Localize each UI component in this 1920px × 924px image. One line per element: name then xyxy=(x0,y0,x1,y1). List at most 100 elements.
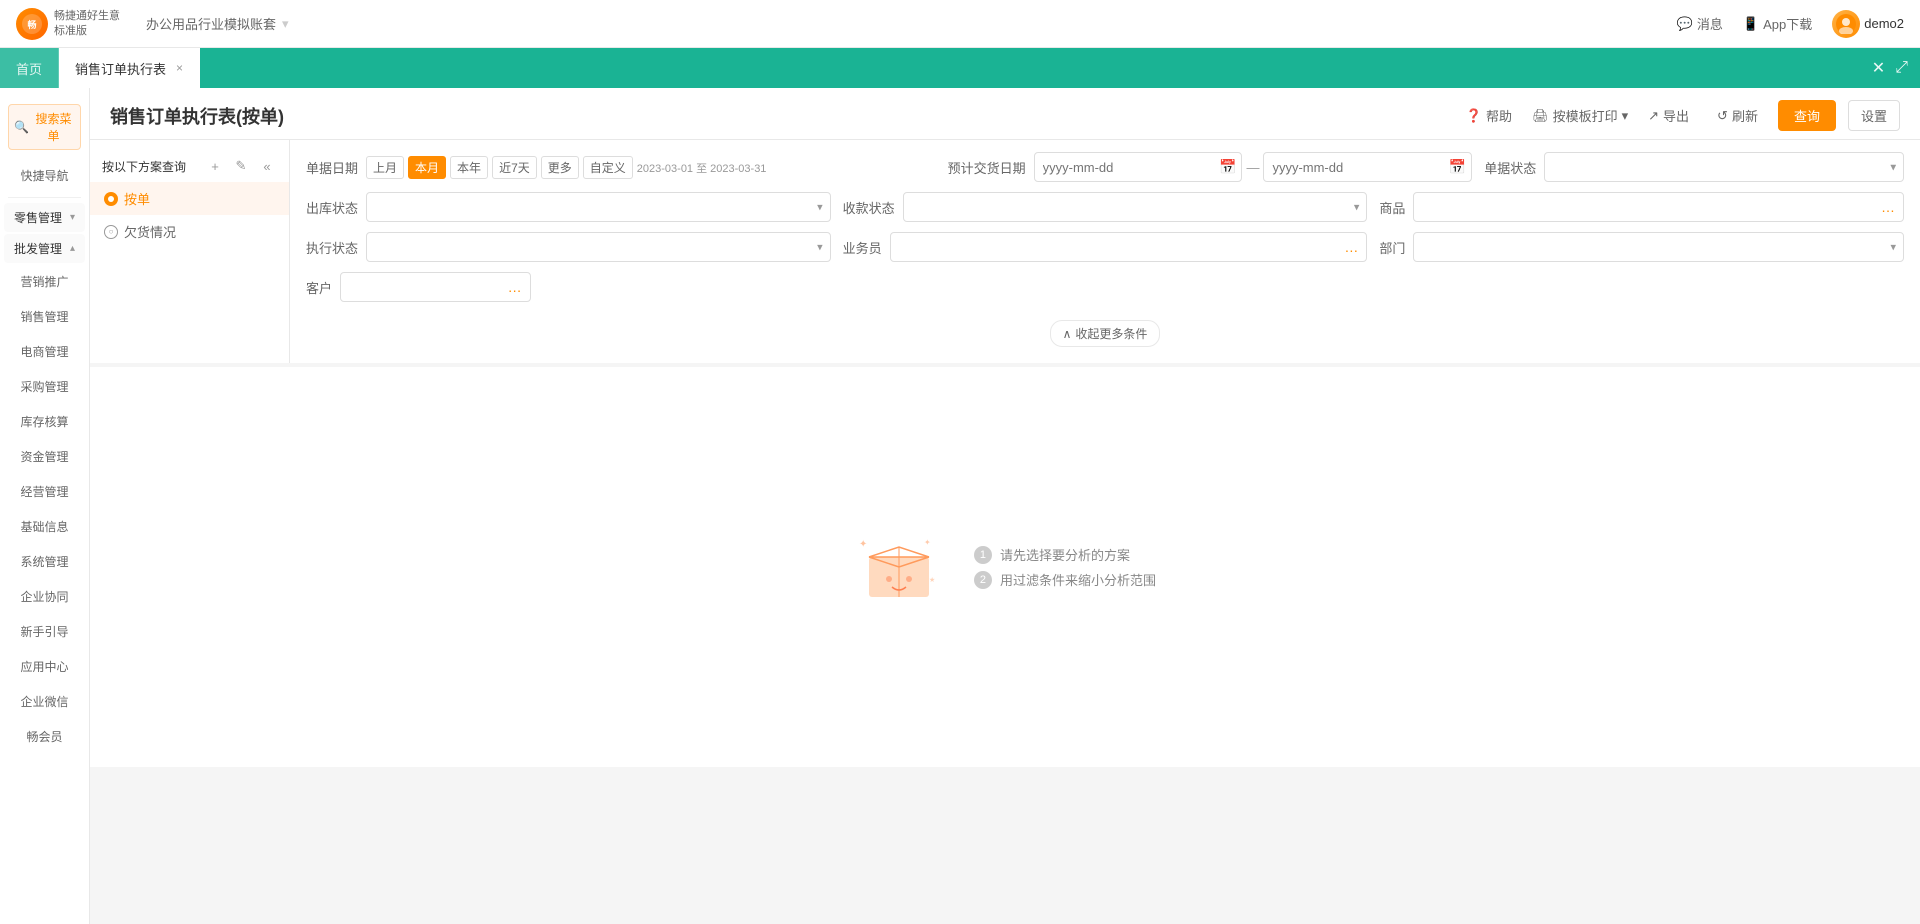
more-date-button[interactable]: 更多 xyxy=(541,156,579,179)
collect-status-select[interactable] xyxy=(903,192,1368,222)
date-range-text: 2023-03-01 至 2023-03-31 xyxy=(637,158,767,176)
sidebar-item-ecommerce[interactable]: 电商管理 xyxy=(4,335,85,368)
sidebar-item-enterprise-wechat[interactable]: 企业微信 xyxy=(4,685,85,718)
search-menu-button[interactable]: 🔍 搜索菜单 xyxy=(8,104,81,150)
calendar-end-icon[interactable]: 📅 xyxy=(1449,159,1466,176)
user-name: demo2 xyxy=(1864,16,1904,31)
predict-date-start-wrap: 📅 xyxy=(1034,152,1243,182)
predict-date-end-input[interactable] xyxy=(1263,152,1472,182)
refresh-label: 刷新 xyxy=(1732,106,1758,125)
scheme-edit-button[interactable]: ✎ xyxy=(231,156,251,176)
sidebar-item-purchase[interactable]: 采购管理 xyxy=(4,370,85,403)
member-label: 畅会员 xyxy=(26,728,62,745)
sidebar-item-basic-info[interactable]: 基础信息 xyxy=(4,510,85,543)
sidebar-item-sales[interactable]: 销售管理 xyxy=(4,300,85,333)
app-download-icon: 📱 xyxy=(1743,16,1759,32)
print-button[interactable]: 🖨 按模板打印 ▾ xyxy=(1532,106,1628,125)
sidebar-item-retail[interactable]: 零售管理 ▾ xyxy=(4,203,85,232)
exec-status-select-wrap xyxy=(366,232,831,262)
operations-label: 经营管理 xyxy=(20,483,68,500)
tab-home[interactable]: 首页 xyxy=(0,48,59,88)
sidebar-item-app-center[interactable]: 应用中心 xyxy=(4,650,85,683)
calendar-start-icon[interactable]: 📅 xyxy=(1219,159,1236,176)
export-icon: ↗ xyxy=(1648,108,1659,124)
status-select[interactable] xyxy=(1544,152,1904,182)
sidebar-item-marketing[interactable]: 营销推广 xyxy=(4,265,85,298)
collapse-more-button[interactable]: ∧ 收起更多条件 xyxy=(1050,320,1161,347)
status-field: 单据状态 ▾ xyxy=(1484,152,1904,182)
predict-date-start-input[interactable] xyxy=(1034,152,1243,182)
goods-field: 商品 … xyxy=(1379,192,1904,222)
edit-icon: ✎ xyxy=(236,158,247,174)
help-button[interactable]: ❓ 帮助 xyxy=(1458,102,1520,129)
sidebar-item-enterprise-collab[interactable]: 企业协同 xyxy=(4,580,85,613)
scheme-header-label: 按以下方案查询 xyxy=(102,158,186,175)
this-month-button[interactable]: 本月 xyxy=(408,156,446,179)
retail-label: 零售管理 xyxy=(14,209,62,226)
scheme-item-shortage[interactable]: ○ 欠货情况 xyxy=(90,215,289,248)
sales-label: 销售管理 xyxy=(20,308,68,325)
customer-label: 客户 xyxy=(306,278,332,297)
sidebar-item-operations[interactable]: 经营管理 xyxy=(4,475,85,508)
expand-window-button[interactable]: ⤢ xyxy=(1895,59,1908,77)
help-icon: ❓ xyxy=(1466,108,1482,124)
last-month-button[interactable]: 上月 xyxy=(366,156,404,179)
sidebar-item-member[interactable]: 畅会员 xyxy=(4,720,85,753)
last7-button[interactable]: 近7天 xyxy=(492,156,537,179)
filter-row-1: 单据日期 上月 本月 本年 近7天 更多 自定义 2023-03-01 至 20… xyxy=(306,152,1904,182)
custom-date-button[interactable]: 自定义 xyxy=(583,156,633,179)
scheme-item-by-order[interactable]: 按单 xyxy=(90,182,289,215)
customer-dots-button[interactable]: … xyxy=(508,279,522,295)
wholesale-collapse-icon: ▴ xyxy=(70,243,75,254)
user-action[interactable]: demo2 xyxy=(1832,10,1904,38)
out-status-field: 出库状态 xyxy=(306,192,831,222)
scheme-header: 按以下方案查询 + ✎ « xyxy=(90,150,289,182)
sidebar-item-newbie-guide[interactable]: 新手引导 xyxy=(4,615,85,648)
app-download-action[interactable]: 📱 App下载 xyxy=(1743,14,1812,33)
scheme-collapse-button[interactable]: « xyxy=(257,156,277,176)
sidebar-item-inventory[interactable]: 库存核算 xyxy=(4,405,85,438)
query-label: 查询 xyxy=(1794,106,1820,125)
settings-button[interactable]: 设置 xyxy=(1848,100,1900,131)
goods-dots-button[interactable]: … xyxy=(1881,199,1895,215)
refresh-button[interactable]: ↺ 刷新 xyxy=(1709,102,1766,129)
sidebar-item-quick-nav[interactable]: 快捷导航 xyxy=(4,159,85,192)
system-label: 系统管理 xyxy=(20,553,68,570)
app-download-label: App下载 xyxy=(1763,14,1812,33)
tab-sales-order[interactable]: 销售订单执行表 × xyxy=(59,48,200,88)
finance-label: 资金管理 xyxy=(20,448,68,465)
sidebar-item-wholesale[interactable]: 批发管理 ▴ xyxy=(4,234,85,263)
salesman-dots-button[interactable]: … xyxy=(1344,239,1358,255)
sidebar-item-finance[interactable]: 资金管理 xyxy=(4,440,85,473)
sidebar-search-area: 🔍 搜索菜单 xyxy=(0,96,89,158)
breadcrumb-text: 办公用品行业模拟账套 xyxy=(146,14,276,33)
predict-date-field: 预计交货日期 📅 — 📅 xyxy=(948,152,1473,182)
logo-text: 畅捷通好生意 标准版 xyxy=(54,9,120,38)
message-action[interactable]: 💬 消息 xyxy=(1677,14,1723,33)
sidebar-item-system[interactable]: 系统管理 xyxy=(4,545,85,578)
query-button[interactable]: 查询 xyxy=(1778,100,1836,131)
svg-text:畅: 畅 xyxy=(27,19,36,30)
date-quick-buttons: 上月 本月 本年 近7天 更多 自定义 xyxy=(366,156,633,179)
export-button[interactable]: ↗ 导出 xyxy=(1640,102,1697,129)
out-status-select[interactable] xyxy=(366,192,831,222)
export-label: 导出 xyxy=(1663,106,1689,125)
collapse-icon: « xyxy=(263,159,270,174)
goods-label: 商品 xyxy=(1379,198,1405,217)
scheme-add-button[interactable]: + xyxy=(205,156,225,176)
refresh-icon: ↺ xyxy=(1717,108,1728,124)
close-tab-icon[interactable]: × xyxy=(176,61,183,75)
scheme-by-order-label: 按单 xyxy=(124,189,150,208)
exec-status-select[interactable] xyxy=(366,232,831,262)
filter-row-2: 出库状态 收款状态 xyxy=(306,192,1904,222)
retail-collapse-icon: ▾ xyxy=(70,212,75,223)
this-year-button[interactable]: 本年 xyxy=(450,156,488,179)
marketing-label: 营销推广 xyxy=(20,273,68,290)
filter-row-3: 执行状态 业务员 … 部门 xyxy=(306,232,1904,262)
page-header: 销售订单执行表(按单) ❓ 帮助 🖨 按模板打印 ▾ ↗ 导出 ↺ 刷新 xyxy=(90,88,1920,140)
filter-form: 单据日期 上月 本月 本年 近7天 更多 自定义 2023-03-01 至 20… xyxy=(290,140,1920,363)
status-label: 单据状态 xyxy=(1484,158,1536,177)
customer-field: 客户 … xyxy=(306,272,531,302)
close-window-button[interactable]: ✕ xyxy=(1872,58,1885,78)
dept-select[interactable] xyxy=(1413,232,1904,262)
